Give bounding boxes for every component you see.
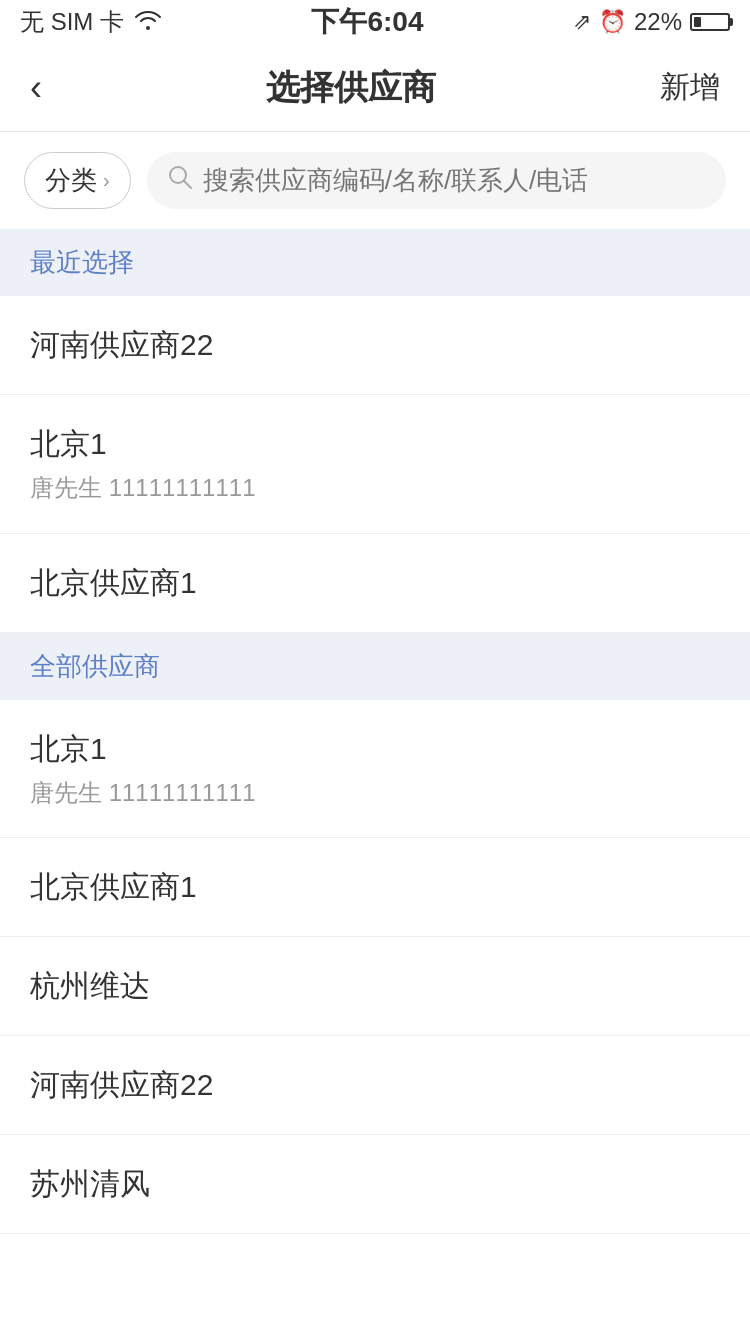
add-button[interactable]: 新增 — [660, 67, 720, 108]
list-item[interactable]: 北京供应商1 — [0, 534, 750, 633]
battery-fill — [694, 17, 701, 27]
list-item[interactable]: 北京1 唐先生 11111111111 — [0, 700, 750, 839]
category-label: 分类 — [45, 163, 97, 198]
list-item[interactable]: 河南供应商22 — [0, 296, 750, 395]
battery-percent: 22% — [634, 8, 682, 36]
item-name: 北京供应商1 — [30, 866, 720, 908]
back-button[interactable]: ‹ — [30, 67, 42, 109]
list-item[interactable]: 河南供应商22 — [0, 1036, 750, 1135]
search-input-wrap — [147, 152, 726, 209]
item-name: 杭州维达 — [30, 965, 720, 1007]
category-filter-button[interactable]: 分类 › — [24, 152, 131, 209]
alarm-icon: ⏰ — [599, 9, 626, 35]
list-item[interactable]: 北京1 唐先生 11111111111 — [0, 395, 750, 534]
item-name: 北京供应商1 — [30, 562, 720, 604]
nav-bar: ‹ 选择供应商 新增 — [0, 44, 750, 132]
svg-line-1 — [184, 181, 191, 188]
list-item[interactable]: 北京供应商1 — [0, 838, 750, 937]
recent-section-label: 最近选择 — [30, 247, 134, 277]
recent-section-header: 最近选择 — [0, 229, 750, 296]
item-sub: 唐先生 11111111111 — [30, 471, 720, 505]
all-section-label: 全部供应商 — [30, 651, 160, 681]
list-item[interactable]: 苏州清风 — [0, 1135, 750, 1234]
item-name: 北京1 — [30, 728, 720, 770]
carrier-text: 无 SIM 卡 — [20, 6, 124, 38]
battery-bar — [690, 13, 730, 31]
wifi-icon — [134, 8, 162, 36]
all-items-list: 北京1 唐先生 11111111111 北京供应商1 杭州维达河南供应商22 苏州清风 — [0, 700, 750, 1235]
item-name: 河南供应商22 — [30, 324, 720, 366]
item-name: 北京1 — [30, 423, 720, 465]
recent-items-list: 河南供应商22 北京1 唐先生 11111111111 北京供应商1 — [0, 296, 750, 633]
chevron-right-icon: › — [103, 169, 110, 192]
status-bar: 无 SIM 卡 下午6:04 ⇗ ⏰ 22% — [0, 0, 750, 44]
status-right: ⇗ ⏰ 22% — [573, 8, 730, 36]
item-name: 苏州清风 — [30, 1163, 720, 1205]
search-icon — [167, 164, 193, 197]
item-sub: 唐先生 11111111111 — [30, 776, 720, 810]
search-bar: 分类 › — [0, 132, 750, 229]
list-item[interactable]: 杭州维达 — [0, 937, 750, 1036]
page-title: 选择供应商 — [266, 65, 436, 111]
search-input[interactable] — [203, 165, 706, 196]
all-section-header: 全部供应商 — [0, 633, 750, 700]
status-time: 下午6:04 — [311, 3, 423, 41]
item-name: 河南供应商22 — [30, 1064, 720, 1106]
status-left: 无 SIM 卡 — [20, 6, 162, 38]
location-icon: ⇗ — [573, 9, 591, 35]
